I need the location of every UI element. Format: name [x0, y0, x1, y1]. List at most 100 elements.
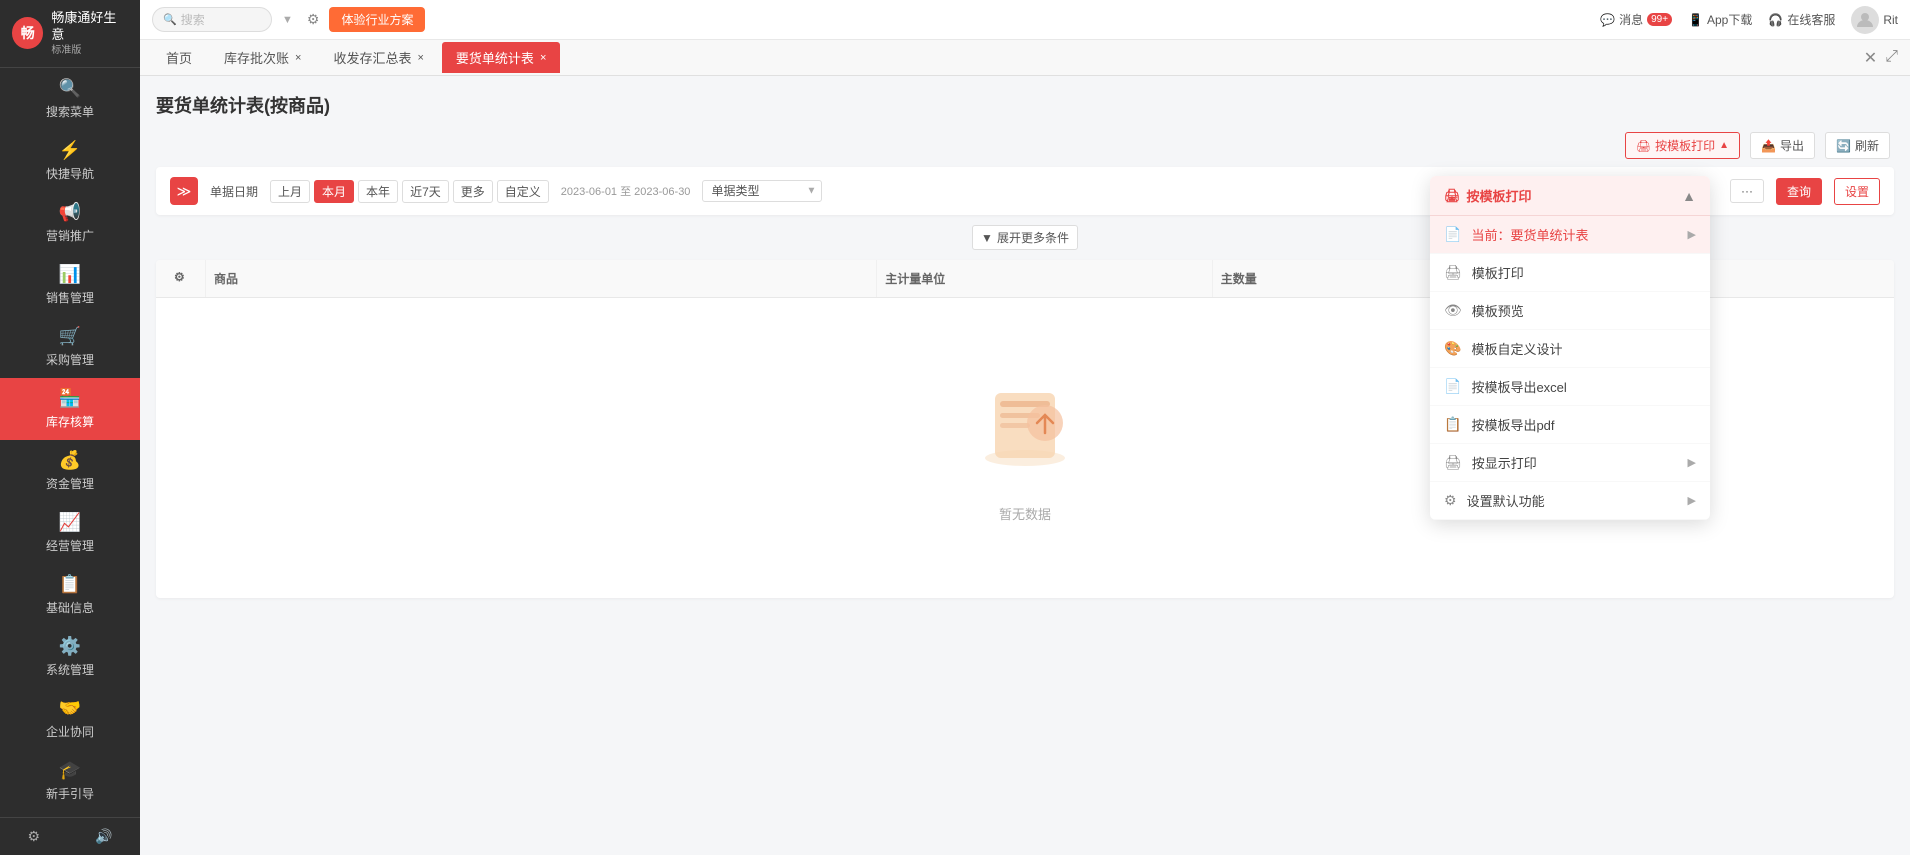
topbar-right: 💬 消息 99+ 📱 App下载 🎧 在线客服 Rit [1600, 6, 1898, 34]
audio-icon[interactable]: 🔊 [95, 828, 112, 845]
date-buttons: 上月 本月 本年 近7天 更多 自定义 [270, 180, 549, 203]
current-icon: 📄 [1444, 226, 1461, 243]
app-download-label: App下载 [1707, 11, 1752, 28]
dropdown-item-template-design[interactable]: 🎨 模板自定义设计 [1430, 330, 1710, 368]
settings-bottom-icon[interactable]: ⚙ [28, 828, 41, 845]
set-default-arrow: ▶ [1688, 494, 1696, 507]
settings-btn[interactable]: 设置 [1834, 178, 1880, 205]
username: Rit [1883, 13, 1898, 27]
date-btn-current-year[interactable]: 本年 [358, 180, 398, 203]
dropdown-item-label: 模板自定义设计 [1471, 339, 1562, 358]
date-range: 2023-06-01 至 2023-06-30 [561, 183, 691, 199]
topbar-search[interactable]: 🔍 搜索 [152, 7, 272, 32]
search-icon-top: 🔍 [163, 13, 177, 26]
col-settings[interactable]: ⚙ [166, 260, 206, 297]
date-btn-more[interactable]: 更多 [453, 180, 493, 203]
template-preview-icon: 👁 [1444, 302, 1462, 319]
dropdown-item-display-print[interactable]: 🖨 按显示打印 ▶ [1430, 444, 1710, 482]
marketing-icon: 📢 [59, 202, 81, 223]
dropdown-close-btn[interactable]: ▲ [1682, 188, 1696, 204]
tabs-close-btn[interactable]: ✕ [1864, 48, 1877, 68]
tab-receipt-summary[interactable]: 收发存汇总表 × [319, 42, 437, 73]
gear-icon-top[interactable]: ⚙ [307, 11, 320, 28]
more-options-btn[interactable]: ··· [1730, 179, 1764, 203]
empty-svg [965, 373, 1085, 473]
basic-icon: 📋 [59, 574, 81, 595]
sidebar-item-collab[interactable]: 🤝 企业协同 [0, 688, 140, 750]
sidebar-item-label: 搜索菜单 [46, 103, 94, 120]
sidebar-item-marketing[interactable]: 📢 营销推广 [0, 192, 140, 254]
avatar-icon [1856, 11, 1874, 29]
dropdown-header: 🖨 按模板打印 ▲ [1430, 176, 1710, 216]
sidebar-item-purchase[interactable]: 🛒 采购管理 [0, 316, 140, 378]
dropdown-current-arrow: ▶ [1688, 228, 1696, 241]
tab-close-batch-account[interactable]: × [295, 52, 301, 64]
sidebar-item-basic[interactable]: 📋 基础信息 [0, 564, 140, 626]
dropdown-item-label: 按模板导出excel [1471, 377, 1566, 396]
export-btn[interactable]: 📤 导出 [1750, 132, 1815, 159]
sidebar-item-label: 经营管理 [46, 537, 94, 554]
sidebar-item-inventory[interactable]: 🏪 库存核算 [0, 378, 140, 440]
headset-icon: 🎧 [1768, 13, 1783, 27]
sidebar-item-sales[interactable]: 📊 销售管理 [0, 254, 140, 316]
export-excel-icon: 📄 [1444, 378, 1461, 395]
dropdown-item-template-preview[interactable]: 👁 模板预览 [1430, 292, 1710, 330]
dropdown-title-text: 按模板打印 [1467, 186, 1532, 205]
sidebar-item-search[interactable]: 🔍 搜索菜单 [0, 68, 140, 130]
tabs-expand-btn[interactable]: ⤢ [1885, 48, 1898, 68]
display-print-arrow: ▶ [1688, 456, 1696, 469]
empty-text: 暂无数据 [999, 504, 1051, 523]
collab-icon: 🤝 [59, 698, 81, 719]
date-btn-last-7[interactable]: 近7天 [402, 180, 449, 203]
user-avatar-area[interactable]: Rit [1851, 6, 1898, 34]
inventory-icon: 🏪 [59, 388, 81, 409]
message-btn[interactable]: 💬 消息 99+ [1600, 11, 1672, 28]
tab-batch-account[interactable]: 库存批次账 × [210, 42, 315, 73]
dropdown-item-set-default[interactable]: ⚙ 设置默认功能 ▶ [1430, 482, 1710, 520]
quick-nav-icon: ⚡ [59, 140, 81, 161]
tab-requisition-stats[interactable]: 要货单统计表 × [442, 42, 560, 73]
app-download-btn[interactable]: 📱 App下载 [1688, 11, 1752, 28]
sidebar-item-finance[interactable]: 💰 资金管理 [0, 440, 140, 502]
sidebar: 畅 畅康通好生意 标准版 🔍 搜索菜单 ⚡ 快捷导航 📢 营销推广 📊 销售管理… [0, 0, 140, 855]
logo-sub: 标准版 [51, 44, 128, 57]
doc-type-select-wrap: 单据类型 ▼ [702, 180, 822, 202]
online-service-label: 在线客服 [1787, 11, 1835, 28]
refresh-btn[interactable]: 🔄 刷新 [1825, 132, 1890, 159]
export-icon: 📤 [1761, 139, 1776, 153]
dropdown-item-export-pdf[interactable]: 📋 按模板导出pdf [1430, 406, 1710, 444]
dropdown-item-template-print[interactable]: 🖨 模板打印 [1430, 254, 1710, 292]
dropdown-item-export-excel[interactable]: 📄 按模板导出excel [1430, 368, 1710, 406]
template-print-btn[interactable]: 🖨 按模板打印 ▲ [1625, 132, 1740, 159]
tab-home[interactable]: 首页 [152, 42, 206, 73]
sidebar-item-operation[interactable]: 📈 经营管理 [0, 502, 140, 564]
online-service-btn[interactable]: 🎧 在线客服 [1768, 11, 1835, 28]
sidebar-item-quick-nav[interactable]: ⚡ 快捷导航 [0, 130, 140, 192]
tab-close-requisition-stats[interactable]: × [540, 52, 546, 64]
refresh-label: 刷新 [1855, 137, 1879, 154]
date-btn-custom[interactable]: 自定义 [497, 180, 549, 203]
sidebar-item-label: 系统管理 [46, 661, 94, 678]
sidebar-logo: 畅 畅康通好生意 标准版 [0, 0, 140, 68]
expand-more-btn[interactable]: ▼ 展开更多条件 [972, 225, 1078, 250]
query-btn[interactable]: 查询 [1776, 178, 1822, 205]
trial-btn[interactable]: 体验行业方案 [329, 7, 425, 32]
doc-type-select[interactable]: 单据类型 [702, 180, 822, 202]
dropdown-item-label: 按模板导出pdf [1471, 415, 1554, 434]
avatar [1851, 6, 1879, 34]
date-label: 单据日期 [210, 183, 258, 200]
dropdown-item-label: 模板预览 [1472, 301, 1524, 320]
date-btn-last-month[interactable]: 上月 [270, 180, 310, 203]
message-icon: 💬 [1600, 13, 1615, 27]
export-label: 导出 [1780, 137, 1804, 154]
sidebar-item-guide[interactable]: 🎓 新手引导 [0, 750, 140, 812]
operation-icon: 📈 [59, 512, 81, 533]
date-btn-current-month[interactable]: 本月 [314, 180, 354, 203]
dropdown-current[interactable]: 📄 当前：要货单统计表 ▶ [1430, 216, 1710, 254]
filter-expand-icon[interactable]: ≫ [170, 177, 198, 205]
tab-close-receipt-summary[interactable]: × [417, 52, 423, 64]
page-content: 要货单统计表(按商品) 🖨 按模板打印 ▲ 📤 导出 🔄 刷新 ≫ 单据日期 上… [140, 76, 1910, 855]
template-print-icon: 🖨 [1444, 264, 1462, 281]
finance-icon: 💰 [59, 450, 81, 471]
sidebar-item-system[interactable]: ⚙️ 系统管理 [0, 626, 140, 688]
